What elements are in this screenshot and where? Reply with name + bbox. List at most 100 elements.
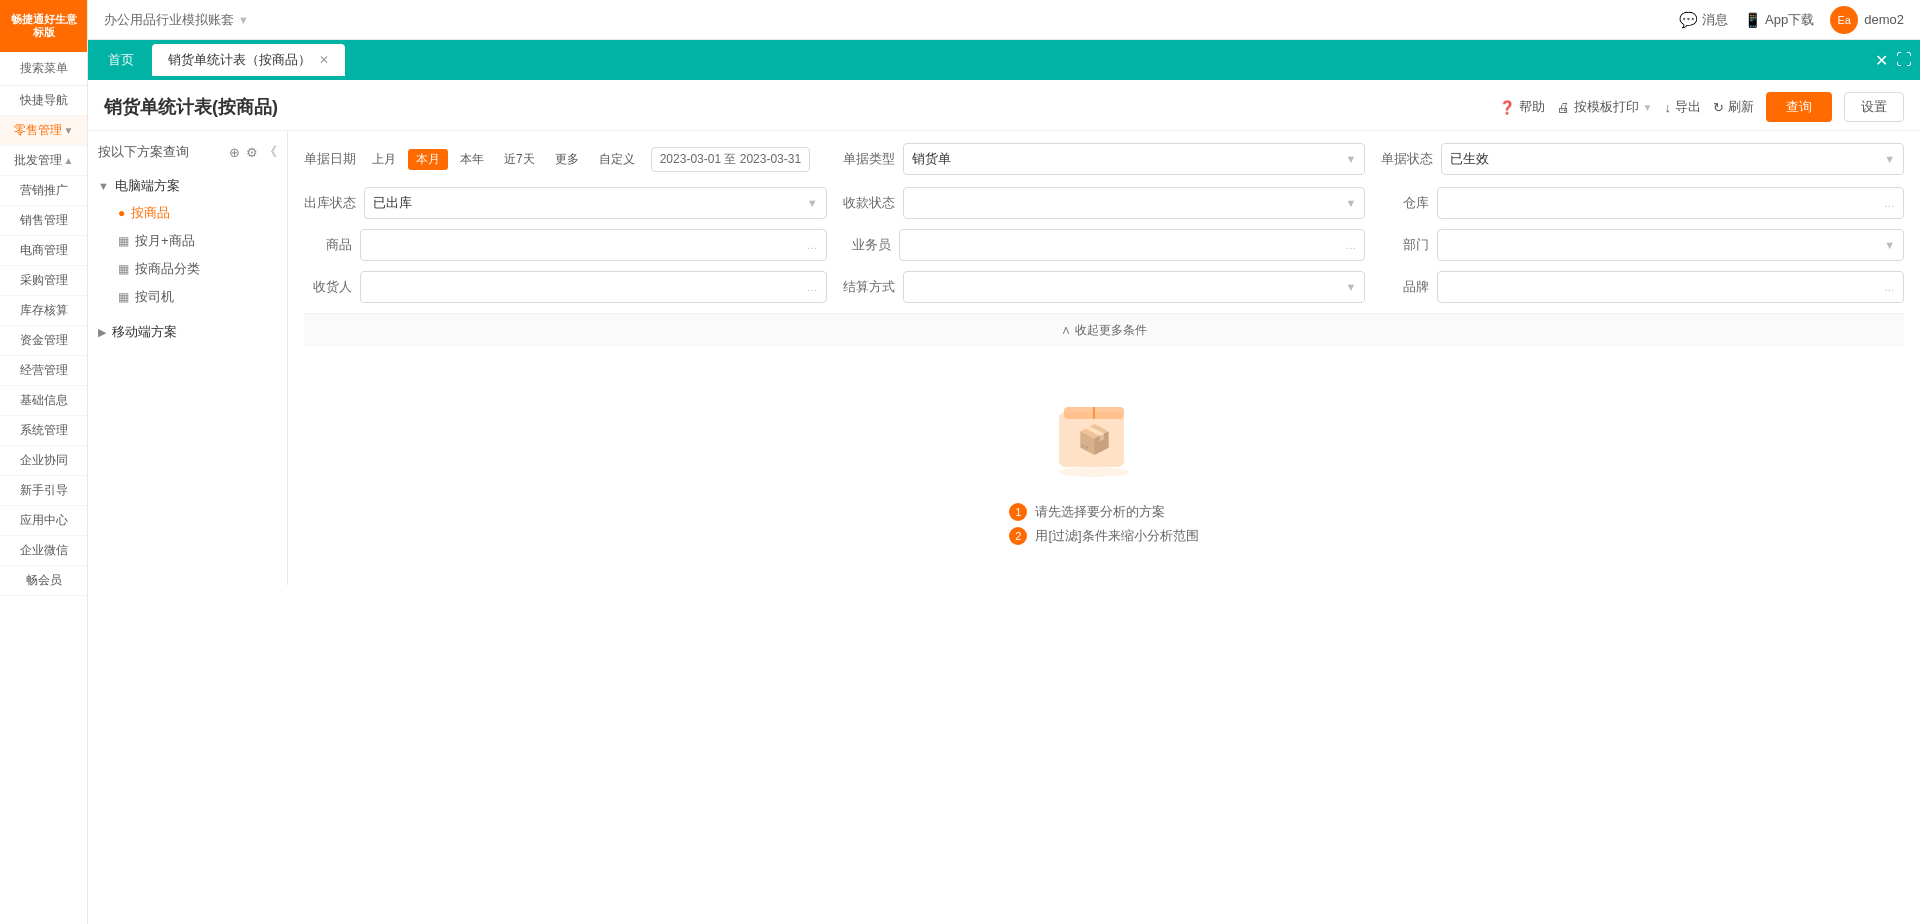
top-bar: 办公用品行业模拟账套 ▼ 💬 消息 📱 App下载 Ea demo2 bbox=[88, 0, 1920, 40]
date-tab-this-year[interactable]: 本年 bbox=[452, 149, 492, 170]
date-tab-more[interactable]: 更多 bbox=[547, 149, 587, 170]
tab-home[interactable]: 首页 bbox=[92, 44, 150, 76]
date-range-input[interactable]: 2023-03-01 至 2023-03-31 bbox=[651, 147, 810, 172]
collapse-bar[interactable]: ∧ 收起更多条件 bbox=[304, 313, 1904, 347]
scheme-item-by-month-product[interactable]: ▦ 按月+商品 bbox=[88, 227, 287, 255]
sidebar-item-guide[interactable]: 新手引导 bbox=[0, 476, 87, 506]
page-content: 销货单统计表(按商品) ❓ 帮助 🖨 按模板打印 ▼ ↓ 导出 bbox=[88, 80, 1920, 924]
sidebar-item-sales[interactable]: 销售管理 bbox=[0, 206, 87, 236]
query-button[interactable]: 查询 bbox=[1766, 92, 1832, 122]
receiver-more-icon: … bbox=[807, 281, 818, 293]
tab-close-icon[interactable]: ✕ bbox=[319, 53, 329, 67]
sidebar-item-marketing[interactable]: 营销推广 bbox=[0, 176, 87, 206]
payment-status-chevron-icon: ▼ bbox=[1345, 197, 1356, 209]
date-label: 单据日期 bbox=[304, 150, 364, 168]
export-link[interactable]: ↓ 导出 bbox=[1665, 98, 1702, 116]
receiver-control[interactable]: … bbox=[360, 271, 827, 303]
brand-field: 品牌 … bbox=[1381, 271, 1904, 303]
sidebar-item-wechat[interactable]: 企业微信 bbox=[0, 536, 87, 566]
refresh-icon: ↻ bbox=[1713, 100, 1724, 115]
empty-tip-2: 2 用[过滤]条件来缩小分析范围 bbox=[1009, 527, 1198, 545]
date-tab-custom[interactable]: 自定义 bbox=[591, 149, 643, 170]
scheme-item-by-driver[interactable]: ▦ 按司机 bbox=[88, 283, 287, 311]
tab-bar: 首页 销货单统计表（按商品） ✕ ✕ ⛶ bbox=[88, 40, 1920, 80]
scheme-group-header-mobile[interactable]: ▶ 移动端方案 bbox=[88, 319, 287, 345]
settlement-chevron-icon: ▼ bbox=[1345, 281, 1356, 293]
warehouse-control[interactable]: … bbox=[1437, 187, 1904, 219]
download-icon: 📱 bbox=[1744, 12, 1761, 28]
sidebar-item-wholesale[interactable]: 批发管理 ▲ bbox=[0, 146, 87, 176]
receiver-field: 收货人 … bbox=[304, 271, 827, 303]
sidebar-quick-nav[interactable]: 快捷导航 bbox=[0, 86, 87, 116]
filter-row-4: 收货人 … 结算方式 ▼ bbox=[304, 271, 1904, 303]
sidebar-item-basic[interactable]: 基础信息 bbox=[0, 386, 87, 416]
scheme-panel-header: 按以下方案查询 ⊕ ⚙ 《 bbox=[88, 139, 287, 169]
sidebar-item-retail[interactable]: 零售管理 ▼ bbox=[0, 116, 87, 146]
app-download-link[interactable]: 📱 App下载 bbox=[1744, 11, 1814, 29]
doc-type-field: 单据类型 销货单 ▼ bbox=[843, 143, 1366, 175]
dept-field: 部门 ▼ bbox=[1381, 229, 1904, 261]
sidebar-item-finance[interactable]: 资金管理 bbox=[0, 326, 87, 356]
scheme-settings-icon[interactable]: ⚙ bbox=[246, 145, 258, 160]
date-controls: 上月 本月 本年 近7天 更多 自定义 2023-03-01 至 2023-03… bbox=[364, 147, 827, 172]
dept-control[interactable]: ▼ bbox=[1437, 229, 1904, 261]
product-more-icon: … bbox=[807, 239, 818, 251]
avatar: Ea bbox=[1830, 6, 1858, 34]
settlement-field: 结算方式 ▼ bbox=[843, 271, 1366, 303]
out-status-control[interactable]: 已出库 ▼ bbox=[364, 187, 827, 219]
help-link[interactable]: ❓ 帮助 bbox=[1499, 98, 1545, 116]
settlement-control[interactable]: ▼ bbox=[903, 271, 1366, 303]
message-icon: 💬 bbox=[1679, 11, 1698, 29]
main-content: 办公用品行业模拟账套 ▼ 💬 消息 📱 App下载 Ea demo2 首页 销货… bbox=[88, 0, 1920, 924]
staff-control[interactable]: … bbox=[899, 229, 1366, 261]
dept-chevron-icon: ▼ bbox=[1884, 239, 1895, 251]
search-menu[interactable]: 搜索菜单 bbox=[0, 52, 87, 86]
svg-text:📦: 📦 bbox=[1076, 423, 1111, 456]
user-info[interactable]: Ea demo2 bbox=[1830, 6, 1904, 34]
tab-sales-stats[interactable]: 销货单统计表（按商品） ✕ bbox=[152, 44, 345, 76]
industry-select[interactable]: 办公用品行业模拟账套 ▼ bbox=[104, 11, 249, 29]
receiver-label: 收货人 bbox=[304, 278, 360, 296]
out-status-label: 出库状态 bbox=[304, 194, 364, 212]
empty-tip-1: 1 请先选择要分析的方案 bbox=[1009, 503, 1198, 521]
settlement-label: 结算方式 bbox=[843, 278, 903, 296]
scheme-actions: ⊕ ⚙ 《 bbox=[229, 143, 277, 161]
tab-close-all-icon[interactable]: ✕ bbox=[1875, 51, 1888, 70]
staff-field: 业务员 … bbox=[843, 229, 1366, 261]
sidebar-item-system[interactable]: 系统管理 bbox=[0, 416, 87, 446]
dept-label: 部门 bbox=[1381, 236, 1437, 254]
group-expand-icon: ▼ bbox=[98, 180, 109, 192]
page-header: 销货单统计表(按商品) ❓ 帮助 🖨 按模板打印 ▼ ↓ 导出 bbox=[88, 80, 1920, 131]
date-tab-last-7-days[interactable]: 近7天 bbox=[496, 149, 543, 170]
messages-link[interactable]: 💬 消息 bbox=[1679, 11, 1728, 29]
scheme-grid-icon-2: ▦ bbox=[118, 262, 129, 276]
doc-type-control[interactable]: 销货单 ▼ bbox=[903, 143, 1366, 175]
date-filter-field: 单据日期 上月 本月 本年 近7天 更多 自定义 bbox=[304, 147, 827, 172]
sidebar-item-collab[interactable]: 企业协同 bbox=[0, 446, 87, 476]
sidebar-item-appcenter[interactable]: 应用中心 bbox=[0, 506, 87, 536]
scheme-group-header-desktop[interactable]: ▼ 电脑端方案 bbox=[88, 173, 287, 199]
sidebar-item-operation[interactable]: 经营管理 bbox=[0, 356, 87, 386]
empty-tips: 1 请先选择要分析的方案 2 用[过滤]条件来缩小分析范围 bbox=[1009, 503, 1198, 545]
settings-button[interactable]: 设置 bbox=[1844, 92, 1904, 122]
sidebar-item-inventory[interactable]: 库存核算 bbox=[0, 296, 87, 326]
scheme-item-by-category[interactable]: ▦ 按商品分类 bbox=[88, 255, 287, 283]
date-tab-this-month[interactable]: 本月 bbox=[408, 149, 448, 170]
date-tab-last-month[interactable]: 上月 bbox=[364, 149, 404, 170]
brand-label: 品牌 bbox=[1381, 278, 1437, 296]
scheme-item-by-product[interactable]: ● 按商品 bbox=[88, 199, 287, 227]
product-control[interactable]: … bbox=[360, 229, 827, 261]
sidebar-item-purchase[interactable]: 采购管理 bbox=[0, 266, 87, 296]
refresh-link[interactable]: ↻ 刷新 bbox=[1713, 98, 1754, 116]
brand-control[interactable]: … bbox=[1437, 271, 1904, 303]
scheme-collapse-icon[interactable]: 《 bbox=[264, 143, 277, 161]
sidebar-item-member[interactable]: 畅会员 bbox=[0, 566, 87, 596]
payment-status-control[interactable]: ▼ bbox=[903, 187, 1366, 219]
sidebar: 畅捷通好生意 标版 搜索菜单 快捷导航 零售管理 ▼ 批发管理 ▲ 营销推广 销… bbox=[0, 0, 88, 924]
tab-bar-actions: ✕ ⛶ bbox=[1875, 51, 1920, 70]
template-print-link[interactable]: 🖨 按模板打印 ▼ bbox=[1557, 98, 1653, 116]
tab-expand-icon[interactable]: ⛶ bbox=[1896, 51, 1912, 69]
doc-status-control[interactable]: 已生效 ▼ bbox=[1441, 143, 1904, 175]
scheme-add-icon[interactable]: ⊕ bbox=[229, 145, 240, 160]
sidebar-item-ecommerce[interactable]: 电商管理 bbox=[0, 236, 87, 266]
